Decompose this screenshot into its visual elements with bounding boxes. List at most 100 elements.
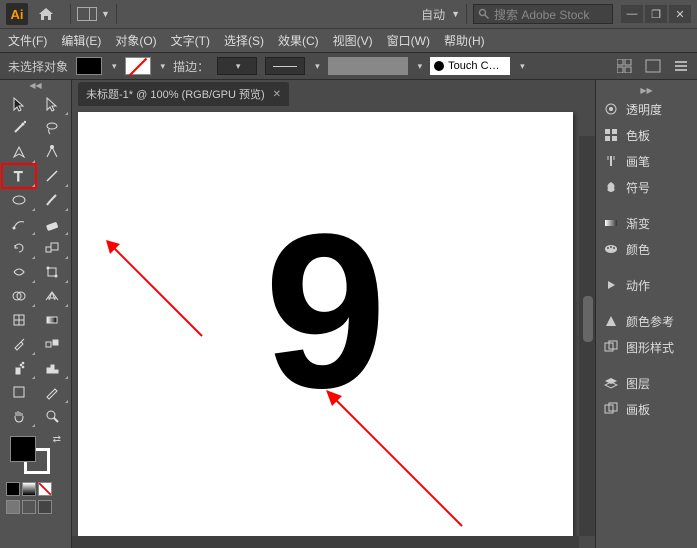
search-placeholder: 搜索 Adobe Stock bbox=[494, 6, 589, 23]
menu-edit[interactable]: 编辑(E) bbox=[61, 32, 101, 49]
ellipse-tool[interactable] bbox=[2, 188, 36, 212]
restore-button[interactable]: ❐ bbox=[645, 5, 667, 23]
panel-color[interactable]: 颜色 bbox=[596, 236, 697, 262]
panel-swatches[interactable]: 色板 bbox=[596, 122, 697, 148]
minimize-button[interactable]: — bbox=[621, 5, 643, 23]
dot-icon bbox=[434, 61, 444, 71]
shape-builder-tool[interactable] bbox=[2, 284, 36, 308]
gradient-tool[interactable] bbox=[36, 308, 70, 332]
list-icon[interactable] bbox=[673, 59, 689, 73]
chevron-down-icon: ▾ bbox=[161, 61, 166, 72]
blend-tool[interactable] bbox=[36, 332, 70, 356]
hand-tool[interactable] bbox=[2, 404, 36, 428]
menu-window[interactable]: 窗口(W) bbox=[387, 32, 430, 49]
zoom-tool[interactable] bbox=[36, 404, 70, 428]
app-logo: Ai bbox=[6, 3, 28, 25]
panel-symbols[interactable]: 符号 bbox=[596, 174, 697, 200]
eyedropper-tool[interactable] bbox=[2, 332, 36, 356]
artboard: 9 bbox=[78, 112, 573, 536]
stroke-weight-input[interactable]: ▾ bbox=[217, 57, 257, 75]
text-object[interactable]: 9 bbox=[264, 185, 386, 438]
align-icon[interactable] bbox=[617, 59, 633, 73]
artboard-tool[interactable] bbox=[2, 380, 36, 404]
draw-behind[interactable] bbox=[22, 500, 36, 514]
paintbrush-tool[interactable] bbox=[36, 188, 70, 212]
collapse-handle[interactable]: ◀◀ bbox=[0, 80, 71, 90]
menu-file[interactable]: 文件(F) bbox=[8, 32, 47, 49]
chevron-down-icon: ▾ bbox=[112, 61, 117, 72]
type-tool[interactable]: T bbox=[2, 164, 36, 188]
stroke-profile-select[interactable] bbox=[265, 57, 305, 75]
panel-gradient[interactable]: 渐变 bbox=[596, 210, 697, 236]
menu-view[interactable]: 视图(V) bbox=[333, 32, 373, 49]
stroke-label: 描边： bbox=[173, 58, 209, 75]
magic-wand-tool[interactable] bbox=[2, 116, 36, 140]
fill-stroke-control[interactable]: ⇄ bbox=[4, 434, 67, 478]
brush-preset-select[interactable]: Touch C… bbox=[430, 57, 510, 75]
divider bbox=[70, 4, 71, 24]
panel-color-guide[interactable]: 颜色参考 bbox=[596, 308, 697, 334]
control-bar: 未选择对象 ▾ ▾ 描边： ▾ ▾ ▾ Touch C… ▾ bbox=[0, 52, 697, 80]
panel-layers[interactable]: 图层 bbox=[596, 370, 697, 396]
draw-inside[interactable] bbox=[38, 500, 52, 514]
home-icon[interactable] bbox=[38, 7, 54, 21]
shaper-tool[interactable] bbox=[2, 212, 36, 236]
panel-brushes[interactable]: 画笔 bbox=[596, 148, 697, 174]
menu-type[interactable]: 文字(T) bbox=[171, 32, 210, 49]
divider bbox=[116, 4, 117, 24]
fill-swatch[interactable] bbox=[76, 57, 102, 75]
right-panels: ▶▶ 透明度 色板 画笔 符号 渐变 颜色 动作 bbox=[595, 80, 697, 548]
menu-select[interactable]: 选择(S) bbox=[224, 32, 264, 49]
arrange-documents-button[interactable]: ▼ bbox=[77, 7, 110, 21]
menu-effect[interactable]: 效果(C) bbox=[278, 32, 319, 49]
line-tool[interactable] bbox=[36, 164, 70, 188]
close-tab-icon[interactable]: ✕ bbox=[273, 89, 281, 100]
panel-artboards[interactable]: 画板 bbox=[596, 396, 697, 422]
stroke-swatch[interactable] bbox=[125, 57, 151, 75]
chevron-down-icon: ▼ bbox=[451, 9, 460, 19]
mesh-tool[interactable] bbox=[2, 308, 36, 332]
panel-transparency[interactable]: 透明度 bbox=[596, 96, 697, 122]
pen-tool[interactable] bbox=[2, 140, 36, 164]
preferences-icon[interactable] bbox=[645, 59, 661, 73]
menu-help[interactable]: 帮助(H) bbox=[444, 32, 485, 49]
draw-normal[interactable] bbox=[6, 500, 20, 514]
scale-tool[interactable] bbox=[36, 236, 70, 260]
selection-status: 未选择对象 bbox=[8, 58, 68, 75]
horizontal-scrollbar[interactable] bbox=[72, 536, 579, 548]
direct-selection-tool[interactable] bbox=[36, 92, 70, 116]
canvas[interactable]: 9 bbox=[72, 106, 595, 548]
vertical-scrollbar[interactable] bbox=[579, 136, 595, 536]
workspace-label[interactable]: 自动 bbox=[421, 6, 445, 23]
eraser-tool[interactable] bbox=[36, 212, 70, 236]
document-tab-title: 未标题-1* @ 100% (RGB/GPU 预览) bbox=[86, 86, 265, 102]
search-stock-input[interactable]: 搜索 Adobe Stock bbox=[473, 4, 613, 24]
gradient-mode[interactable] bbox=[22, 482, 36, 496]
color-mode[interactable] bbox=[6, 482, 20, 496]
swap-icon[interactable]: ⇄ bbox=[53, 434, 61, 445]
none-mode[interactable] bbox=[38, 482, 52, 496]
free-transform-tool[interactable] bbox=[36, 260, 70, 284]
perspective-grid-tool[interactable] bbox=[36, 284, 70, 308]
close-button[interactable]: ✕ bbox=[669, 5, 691, 23]
panel-graphic-styles[interactable]: 图形样式 bbox=[596, 334, 697, 360]
tools-panel: ◀◀ T bbox=[0, 80, 72, 548]
column-graph-tool[interactable] bbox=[36, 356, 70, 380]
brush-preset-label: Touch C… bbox=[448, 60, 499, 72]
fill-color[interactable] bbox=[10, 436, 36, 462]
symbol-sprayer-tool[interactable] bbox=[2, 356, 36, 380]
selection-tool[interactable] bbox=[2, 92, 36, 116]
search-icon bbox=[478, 8, 490, 20]
brush-def-select[interactable] bbox=[328, 57, 408, 75]
rotate-tool[interactable] bbox=[2, 236, 36, 260]
divider bbox=[466, 4, 467, 24]
document-tab[interactable]: 未标题-1* @ 100% (RGB/GPU 预览) ✕ bbox=[78, 82, 289, 106]
svg-text:T: T bbox=[14, 168, 23, 184]
panel-actions[interactable]: 动作 bbox=[596, 272, 697, 298]
collapse-handle[interactable]: ▶▶ bbox=[596, 86, 697, 96]
width-tool[interactable] bbox=[2, 260, 36, 284]
menu-object[interactable]: 对象(O) bbox=[115, 32, 156, 49]
curvature-tool[interactable] bbox=[36, 140, 70, 164]
lasso-tool[interactable] bbox=[36, 116, 70, 140]
slice-tool[interactable] bbox=[36, 380, 70, 404]
